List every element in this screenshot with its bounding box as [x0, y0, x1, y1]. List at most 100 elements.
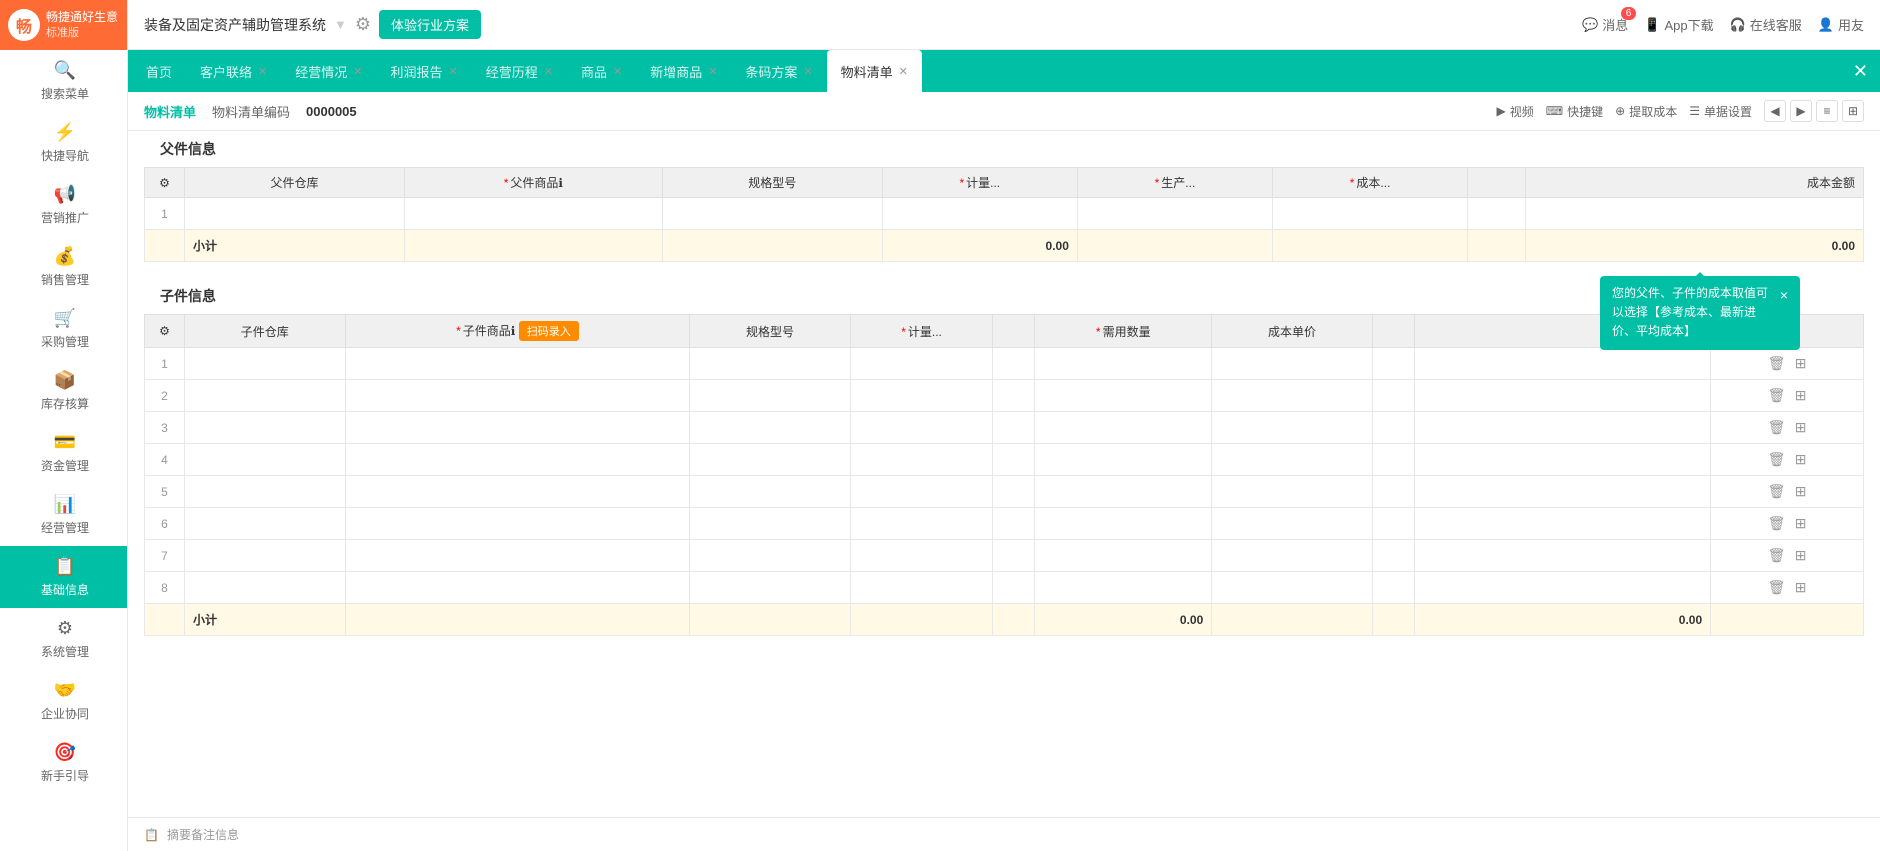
- child-row-7-qty[interactable]: [1035, 540, 1212, 572]
- user-menu[interactable]: 👤 用友: [1818, 15, 1864, 34]
- next-arrow[interactable]: ▶: [1790, 100, 1812, 122]
- child-row-8-unit-cost[interactable]: [1212, 572, 1373, 604]
- child-row-2-spec[interactable]: [690, 380, 851, 412]
- prev-arrow[interactable]: ◀: [1764, 100, 1786, 122]
- view-btn[interactable]: ▶ 视频: [1497, 103, 1534, 120]
- child-row-2-delete[interactable]: 🗑: [1768, 387, 1786, 403]
- sidebar-item-10[interactable]: 🤝企业协同: [0, 670, 127, 732]
- child-row-1-copy[interactable]: ⊞: [1795, 355, 1807, 371]
- nav-tab-6[interactable]: 新增商品 ✕: [636, 50, 731, 92]
- online-service-btn[interactable]: 🎧 在线客服: [1730, 15, 1802, 34]
- child-row-1-warehouse[interactable]: [185, 348, 346, 380]
- tab-close-2[interactable]: ✕: [353, 65, 362, 78]
- child-row-7-unit-cost[interactable]: [1212, 540, 1373, 572]
- child-row-7-spec[interactable]: [690, 540, 851, 572]
- child-row-3-product[interactable]: [345, 412, 690, 444]
- child-row-1-unit-cost[interactable]: [1212, 348, 1373, 380]
- child-row-5-unit[interactable]: [850, 476, 992, 508]
- parent-row-1-produce[interactable]: [1077, 198, 1272, 230]
- parent-row-1-unit[interactable]: [882, 198, 1077, 230]
- child-row-3-qty[interactable]: [1035, 412, 1212, 444]
- child-row-6-unit-cost[interactable]: [1212, 508, 1373, 540]
- child-row-6-warehouse[interactable]: [185, 508, 346, 540]
- sidebar-item-7[interactable]: 📊经营管理: [0, 484, 127, 546]
- child-row-8-warehouse[interactable]: [185, 572, 346, 604]
- parent-th-gear[interactable]: ⚙: [145, 168, 185, 198]
- child-row-8-unit[interactable]: [850, 572, 992, 604]
- child-row-2-unit[interactable]: [850, 380, 992, 412]
- child-row-3-unit-cost[interactable]: [1212, 412, 1373, 444]
- child-row-6-qty[interactable]: [1035, 508, 1212, 540]
- single-settings-btn[interactable]: ☰ 单据设置: [1689, 103, 1752, 120]
- parent-row-1-spec[interactable]: [662, 198, 882, 230]
- nav-tab-1[interactable]: 客户联络 ✕: [186, 50, 281, 92]
- sidebar-item-2[interactable]: 📢营销推广: [0, 174, 127, 236]
- child-row-2-copy[interactable]: ⊞: [1795, 387, 1807, 403]
- tab-close-6[interactable]: ✕: [708, 65, 717, 78]
- child-row-4-spec[interactable]: [690, 444, 851, 476]
- sidebar-item-1[interactable]: ⚡快捷导航: [0, 112, 127, 174]
- tab-close-4[interactable]: ✕: [544, 65, 553, 78]
- child-row-5-warehouse[interactable]: [185, 476, 346, 508]
- child-row-2-warehouse[interactable]: [185, 380, 346, 412]
- child-row-8-qty[interactable]: [1035, 572, 1212, 604]
- trial-button[interactable]: 体验行业方案: [379, 10, 481, 39]
- child-row-7-warehouse[interactable]: [185, 540, 346, 572]
- child-row-7-product[interactable]: [345, 540, 690, 572]
- parent-row-1-cost[interactable]: [1273, 198, 1468, 230]
- child-row-7-copy[interactable]: ⊞: [1795, 547, 1807, 563]
- child-row-6-spec[interactable]: [690, 508, 851, 540]
- child-row-8-spec[interactable]: [690, 572, 851, 604]
- sidebar-item-6[interactable]: 💳资金管理: [0, 422, 127, 484]
- nav-tab-8[interactable]: 物料清单 ✕: [827, 50, 922, 92]
- nav-tab-0[interactable]: 首页: [132, 50, 186, 92]
- breadcrumb-1[interactable]: 物料清单: [144, 102, 196, 121]
- child-row-5-copy[interactable]: ⊞: [1795, 483, 1807, 499]
- parent-row-1-warehouse[interactable]: [185, 198, 405, 230]
- sidebar-item-11[interactable]: 🎯新手引导: [0, 732, 127, 794]
- child-row-3-unit[interactable]: [850, 412, 992, 444]
- tab-close-5[interactable]: ✕: [613, 65, 622, 78]
- sidebar-item-8[interactable]: 📋基础信息: [0, 546, 127, 608]
- child-row-6-delete[interactable]: 🗑: [1768, 515, 1786, 531]
- app-download-btn[interactable]: 📱 App下载: [1644, 15, 1713, 34]
- child-row-5-unit-cost[interactable]: [1212, 476, 1373, 508]
- child-row-1-spec[interactable]: [690, 348, 851, 380]
- extract-cost-btn[interactable]: ⊕ 提取成本: [1615, 103, 1677, 120]
- tab-close-1[interactable]: ✕: [258, 65, 267, 78]
- child-row-2-unit-cost[interactable]: [1212, 380, 1373, 412]
- child-row-3-copy[interactable]: ⊞: [1795, 419, 1807, 435]
- child-row-4-copy[interactable]: ⊞: [1795, 451, 1807, 467]
- scan-button[interactable]: 扫码录入: [519, 321, 579, 341]
- child-row-4-qty[interactable]: [1035, 444, 1212, 476]
- nav-tab-2[interactable]: 经营情况 ✕: [281, 50, 376, 92]
- sidebar-item-0[interactable]: 🔍搜索菜单: [0, 50, 127, 112]
- child-row-5-delete[interactable]: 🗑: [1768, 483, 1786, 499]
- child-row-5-spec[interactable]: [690, 476, 851, 508]
- child-row-4-unit[interactable]: [850, 444, 992, 476]
- child-row-2-qty[interactable]: [1035, 380, 1212, 412]
- child-row-1-qty[interactable]: [1035, 348, 1212, 380]
- child-row-4-warehouse[interactable]: [185, 444, 346, 476]
- child-row-4-delete[interactable]: 🗑: [1768, 451, 1786, 467]
- parent-row-1-product[interactable]: [404, 198, 662, 230]
- sidebar-item-5[interactable]: 📦库存核算: [0, 360, 127, 422]
- grid-arrow[interactable]: ⊞: [1842, 100, 1864, 122]
- child-row-7-unit[interactable]: [850, 540, 992, 572]
- child-row-6-unit[interactable]: [850, 508, 992, 540]
- tooltip-close[interactable]: ×: [1780, 284, 1788, 306]
- child-row-2-product[interactable]: [345, 380, 690, 412]
- child-row-3-spec[interactable]: [690, 412, 851, 444]
- child-row-4-unit-cost[interactable]: [1212, 444, 1373, 476]
- tab-close-8[interactable]: ✕: [899, 65, 908, 78]
- nav-tab-4[interactable]: 经营历程 ✕: [472, 50, 567, 92]
- child-row-4-product[interactable]: [345, 444, 690, 476]
- nav-tab-3[interactable]: 利润报告 ✕: [376, 50, 471, 92]
- child-row-6-product[interactable]: [345, 508, 690, 540]
- child-row-8-copy[interactable]: ⊞: [1795, 579, 1807, 595]
- settings-icon[interactable]: ⚙: [355, 14, 371, 35]
- child-row-3-delete[interactable]: 🗑: [1768, 419, 1786, 435]
- menu-arrow[interactable]: ≡: [1816, 100, 1838, 122]
- child-row-6-copy[interactable]: ⊞: [1795, 515, 1807, 531]
- child-row-3-warehouse[interactable]: [185, 412, 346, 444]
